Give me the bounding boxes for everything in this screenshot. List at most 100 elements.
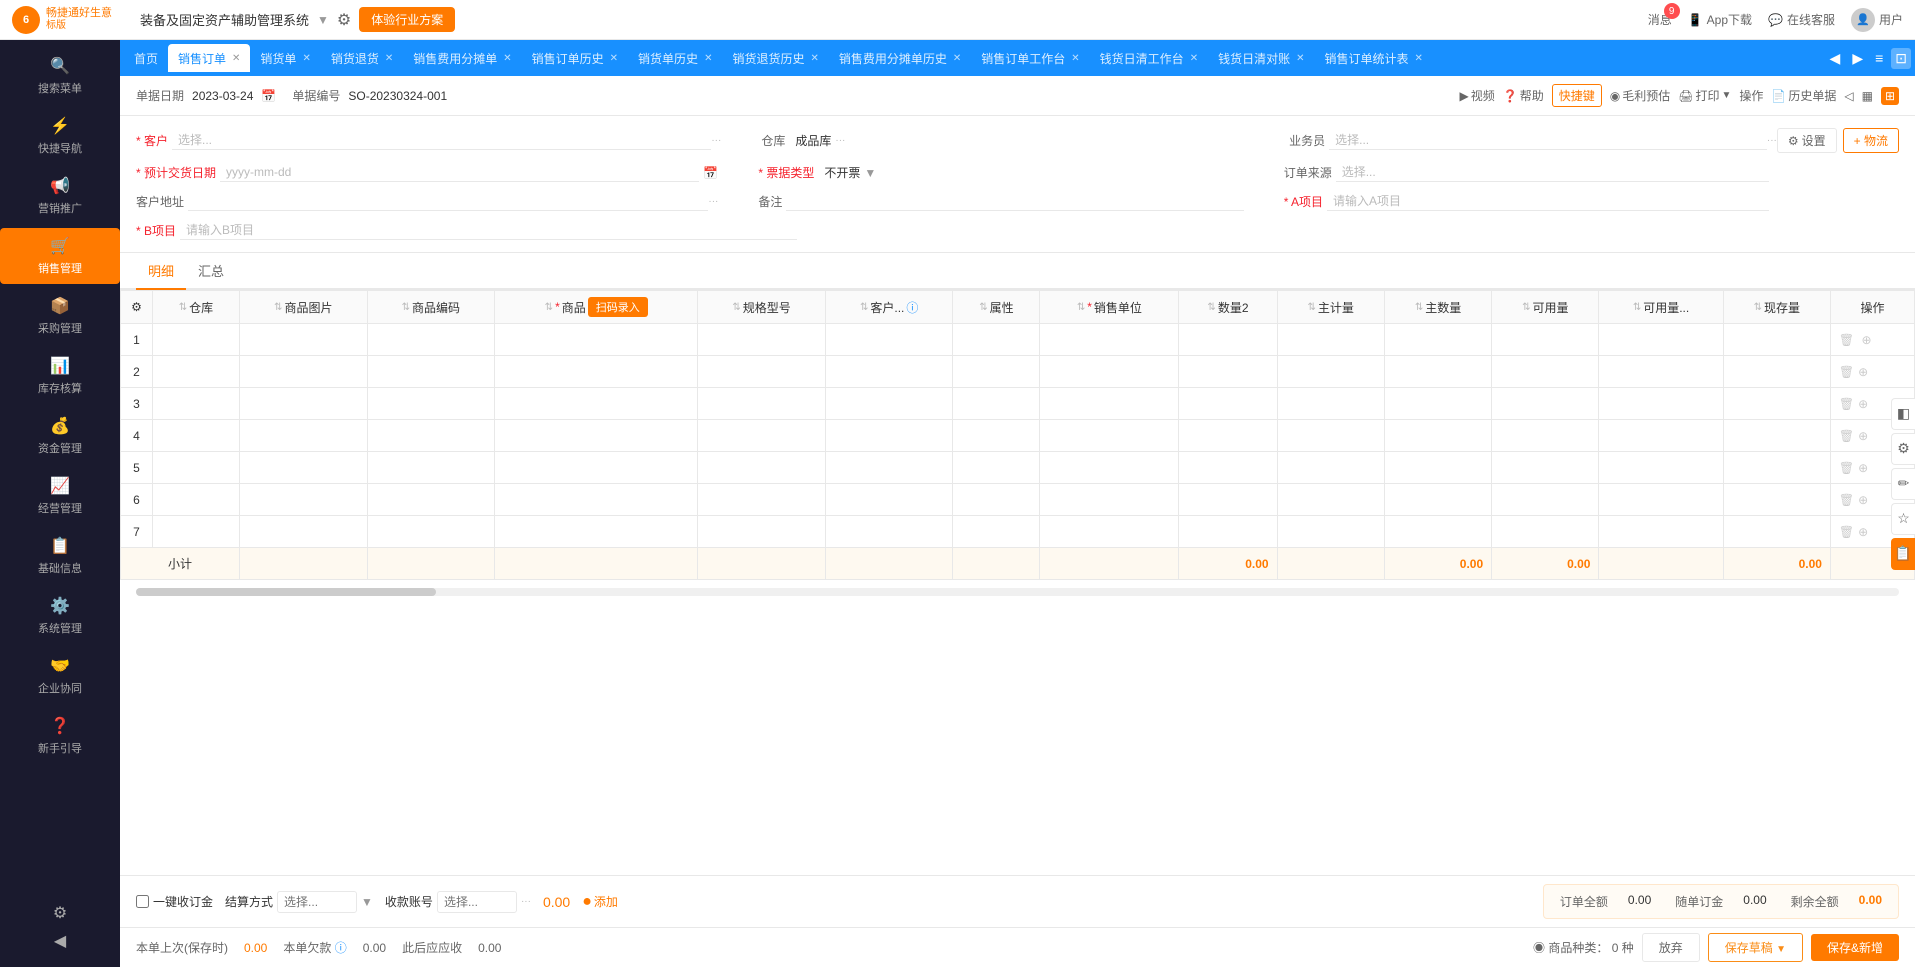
row-qty2[interactable] (1179, 484, 1277, 516)
sidebar-item-inventory[interactable]: 📊 库存核算 (0, 348, 120, 404)
sidebar-item-quick[interactable]: ⚡ 快捷导航 (0, 108, 120, 164)
row-stock-qty[interactable] (1723, 452, 1830, 484)
tab-menu-icon[interactable]: ≡ (1871, 50, 1887, 66)
tab-receivable-reconcile[interactable]: 钱货日清对账 ✕ (1208, 44, 1314, 72)
tab-sales-credit[interactable]: 销货单 ✕ (250, 44, 320, 72)
row-available-qty[interactable] (1492, 484, 1599, 516)
float-btn-3[interactable]: ✏ (1891, 468, 1915, 500)
row-available-qty[interactable] (1492, 420, 1599, 452)
system-dropdown-icon[interactable]: ▼ (317, 13, 329, 27)
row-delete-icon[interactable]: 🗑 (1839, 429, 1854, 443)
tab-close-icon[interactable]: ✕ (503, 53, 511, 64)
tab-sales-return[interactable]: 销货退货 ✕ (321, 44, 403, 72)
scrollbar-thumb[interactable] (136, 588, 436, 596)
row-goods-name[interactable] (495, 516, 698, 548)
row-delete-icon[interactable]: 🗑 (1839, 461, 1854, 475)
row-qty2[interactable] (1179, 516, 1277, 548)
row-delete-icon[interactable]: 🗑 (1839, 365, 1854, 379)
row-qty2[interactable] (1179, 420, 1277, 452)
tab-summary[interactable]: 汇总 (186, 253, 236, 290)
sort-icon[interactable]: ⇅ (860, 302, 868, 313)
row-spec-model[interactable] (698, 516, 826, 548)
row-main-qty[interactable] (1384, 420, 1491, 452)
account-input[interactable] (437, 891, 517, 913)
row-sales-unit[interactable] (1040, 388, 1179, 420)
calendar-icon[interactable]: 📅 (261, 89, 276, 103)
row-main-qty[interactable] (1384, 484, 1491, 516)
row-stock-qty[interactable] (1723, 388, 1830, 420)
account-more-icon[interactable]: ··· (521, 896, 531, 907)
row-copy-icon[interactable]: ⊕ (1858, 525, 1868, 539)
row-stock-qty[interactable] (1723, 324, 1830, 356)
address-more-icon[interactable]: ··· (708, 196, 718, 207)
row-stock-qty[interactable] (1723, 516, 1830, 548)
row-available-qty[interactable] (1492, 516, 1599, 548)
row-delete-icon[interactable]: 🗑 (1839, 493, 1854, 507)
th-customer-code[interactable]: ⇅ 客户... ⓘ (825, 291, 953, 324)
scan-button[interactable]: 扫码录入 (588, 297, 648, 317)
row-main-unit[interactable] (1277, 420, 1384, 452)
tab-workbench[interactable]: 销售订单工作台 ✕ (971, 44, 1089, 72)
row-main-qty[interactable] (1384, 324, 1491, 356)
payment-method-input[interactable] (277, 891, 357, 913)
sidebar-item-base[interactable]: 📋 基础信息 (0, 528, 120, 584)
th-goods-name[interactable]: ⇅ * 商品 扫码录入 (495, 291, 698, 324)
th-available-more[interactable]: ⇅ 可用量... (1599, 291, 1723, 324)
order-source-input[interactable] (1336, 163, 1769, 182)
th-stock-qty[interactable]: ⇅ 现存量 (1723, 291, 1830, 324)
th-settings[interactable]: ⚙ (121, 291, 153, 324)
layout-icon-1[interactable]: ◁ (1844, 89, 1853, 103)
layout-icon-3[interactable]: ⊞ (1881, 87, 1899, 105)
row-available-more[interactable] (1599, 388, 1723, 420)
save-draft-button[interactable]: 保存草稿 ▼ (1708, 933, 1803, 962)
row-qty2[interactable] (1179, 356, 1277, 388)
discard-button[interactable]: 放弃 (1642, 933, 1700, 962)
row-goods-image[interactable] (239, 420, 367, 452)
tab-credit-history[interactable]: 销货单历史 ✕ (628, 44, 722, 72)
row-copy-icon[interactable]: ⊕ (1858, 429, 1868, 443)
address-input[interactable] (188, 192, 708, 211)
row-delete-icon[interactable]: 🗑 (1839, 397, 1854, 411)
warehouse-more-icon[interactable]: ··· (835, 135, 845, 146)
delivery-calendar-icon[interactable]: 📅 (703, 166, 718, 180)
customer-more-icon[interactable]: ··· (711, 135, 721, 146)
row-goods-code[interactable] (367, 420, 495, 452)
settings-icon[interactable]: ⚙ (337, 10, 351, 30)
row-spec-model[interactable] (698, 356, 826, 388)
th-attribute[interactable]: ⇅ 属性 (953, 291, 1040, 324)
table-settings-icon[interactable]: ⚙ (131, 300, 142, 314)
row-goods-name[interactable] (495, 356, 698, 388)
shortcut-btn[interactable]: 快捷键 (1552, 84, 1602, 107)
invoice-dropdown-icon[interactable]: ▼ (864, 166, 876, 180)
row-goods-image[interactable] (239, 388, 367, 420)
tab-close-icon[interactable]: ✕ (1296, 53, 1304, 64)
row-qty2[interactable] (1179, 324, 1277, 356)
sort-icon[interactable]: ⇅ (1522, 302, 1530, 313)
row-attribute[interactable] (953, 452, 1040, 484)
tab-home[interactable]: 首页 (124, 44, 168, 72)
layout-icon-2[interactable]: ▦ (1862, 89, 1873, 103)
sidebar-item-sales[interactable]: 🛒 销售管理 (0, 228, 120, 284)
b-project-input[interactable] (180, 221, 797, 240)
row-available-qty[interactable] (1492, 452, 1599, 484)
row-warehouse[interactable] (153, 484, 240, 516)
th-main-qty[interactable]: ⇅ 主数量 (1384, 291, 1491, 324)
row-goods-image[interactable] (239, 452, 367, 484)
tab-next-icon[interactable]: ▶ (1848, 50, 1867, 67)
sidebar-item-purchase[interactable]: 📦 采购管理 (0, 288, 120, 344)
sort-icon[interactable]: ⇅ (1415, 302, 1423, 313)
user-area[interactable]: 👤 用户 (1851, 8, 1903, 32)
row-copy-icon[interactable]: ⊕ (1858, 461, 1868, 475)
row-attribute[interactable] (953, 388, 1040, 420)
row-qty2[interactable] (1179, 452, 1277, 484)
row-customer-code[interactable] (825, 324, 953, 356)
row-main-unit[interactable] (1277, 484, 1384, 516)
row-delete-icon[interactable]: 🗑 (1839, 525, 1854, 539)
row-goods-code[interactable] (367, 388, 495, 420)
th-goods-code[interactable]: ⇅ 商品编码 (367, 291, 495, 324)
row-goods-code[interactable] (367, 484, 495, 516)
row-main-unit[interactable] (1277, 516, 1384, 548)
row-delete-icon[interactable]: 🗑 (1839, 333, 1854, 347)
sort-icon[interactable]: ⇅ (979, 302, 987, 313)
a-project-input[interactable] (1327, 192, 1769, 211)
